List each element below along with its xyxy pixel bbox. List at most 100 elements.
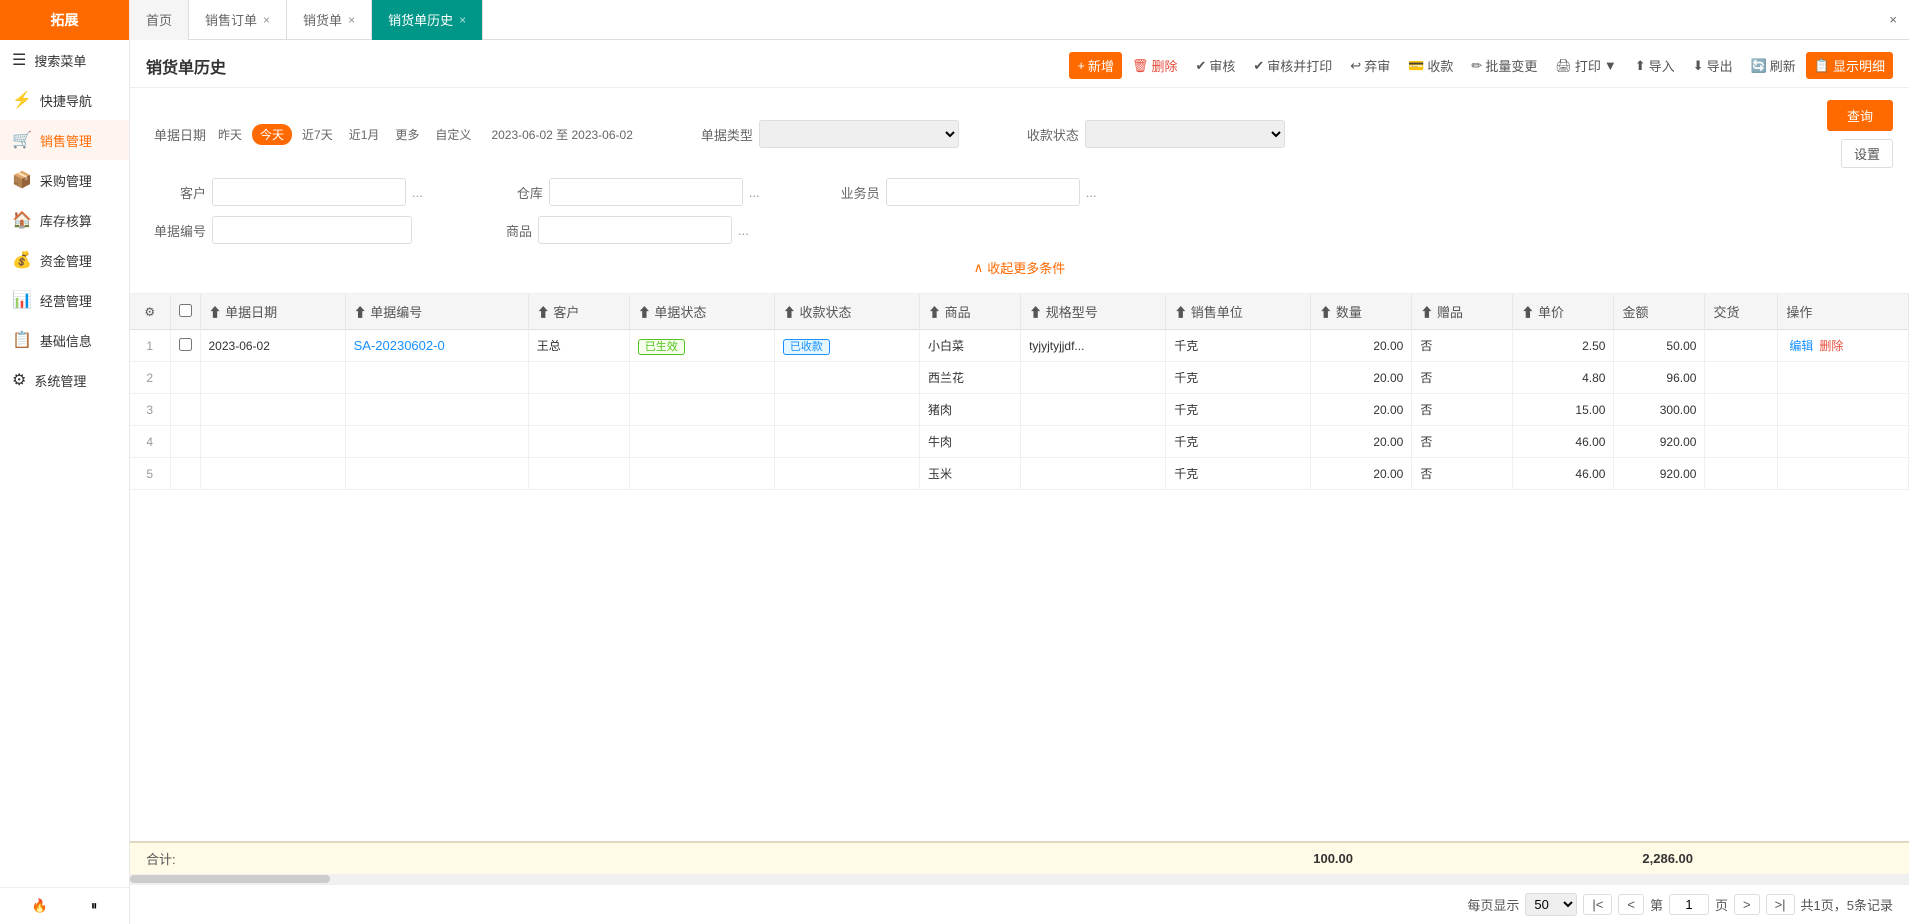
audit-button[interactable]: ✔ 审核 xyxy=(1187,52,1243,79)
row-gift: 否 xyxy=(1412,330,1513,362)
delete-button[interactable]: 🗑 删除 xyxy=(1124,52,1186,79)
print-button[interactable]: 🖨 打印 ▼ xyxy=(1547,52,1624,79)
close-all-tabs[interactable]: × xyxy=(1877,12,1909,27)
col-spec[interactable]: ⬆ 规格型号 xyxy=(1021,294,1166,330)
row-collect-status xyxy=(774,394,919,426)
sidebar-item-inventory[interactable]: 🏠 库存核算 xyxy=(0,200,129,240)
tab-sales-order[interactable]: 销售订单 × xyxy=(189,0,287,40)
export-button[interactable]: ⬇ 导出 xyxy=(1685,52,1741,79)
warehouse-dots[interactable]: ... xyxy=(749,185,760,200)
last-page-button[interactable]: >| xyxy=(1766,894,1795,915)
filter-settings-button[interactable]: 设置 xyxy=(1841,139,1893,168)
table-row: 4 牛肉 千克 20.00 否 46.00 920.00 xyxy=(130,426,1909,458)
col-settings[interactable]: ⚙ xyxy=(130,294,170,330)
filter-row-3: 单据编号 商品 ... xyxy=(146,216,1893,244)
col-amount-label: 金额 xyxy=(1622,305,1648,320)
col-doc-no[interactable]: ⬆ 单据编号 xyxy=(345,294,528,330)
date-yesterday[interactable]: 昨天 xyxy=(212,124,248,145)
sidebar-item-search[interactable]: ☰ 搜索菜单 xyxy=(0,40,129,80)
col-goods[interactable]: ⬆ 商品 xyxy=(920,294,1021,330)
filter-warehouse: 仓库 ... xyxy=(483,178,760,206)
warehouse-input[interactable] xyxy=(549,178,743,206)
col-customer[interactable]: ⬆ 客户 xyxy=(528,294,629,330)
prev-page-button[interactable]: < xyxy=(1618,894,1644,915)
sidebar-item-purchase[interactable]: 📦 采购管理 xyxy=(0,160,129,200)
sidebar-item-base[interactable]: 📋 基础信息 xyxy=(0,320,129,360)
col-gift[interactable]: ⬆ 赠品 xyxy=(1412,294,1513,330)
row-unit: 千克 xyxy=(1166,458,1311,490)
goods-dots[interactable]: ... xyxy=(738,223,749,238)
row-qty: 20.00 xyxy=(1311,362,1412,394)
batch-change-button[interactable]: ✏ 批量变更 xyxy=(1463,52,1545,79)
doc-no-input[interactable] xyxy=(212,216,412,244)
col-unit[interactable]: ⬆ 销售单位 xyxy=(1166,294,1311,330)
page-size-select[interactable]: 50 20 100 xyxy=(1525,893,1577,916)
collapse-filter-button[interactable]: ∧ 收起更多条件 xyxy=(146,254,1893,281)
fire-icon[interactable]: 🔥 xyxy=(32,898,48,914)
sidebar-item-ops[interactable]: 📊 经营管理 xyxy=(0,280,129,320)
tab-home[interactable]: 首页 xyxy=(130,0,189,40)
row-gift: 否 xyxy=(1412,426,1513,458)
row-gift: 否 xyxy=(1412,362,1513,394)
print-dropdown-icon: ▼ xyxy=(1604,58,1617,73)
sidebar-item-system[interactable]: ⚙ 系统管理 xyxy=(0,360,129,400)
select-all-checkbox[interactable] xyxy=(179,304,192,317)
doc-no-link[interactable]: SA-20230602-0 xyxy=(354,338,445,353)
row-checkbox[interactable] xyxy=(179,338,192,351)
abandon-button[interactable]: ↩ 弃审 xyxy=(1342,52,1398,79)
col-collect-status[interactable]: ⬆ 收款状态 xyxy=(774,294,919,330)
close-sales-delivery-icon[interactable]: × xyxy=(348,13,355,27)
salesperson-label: 业务员 xyxy=(820,183,880,202)
show-detail-button[interactable]: 📋 显示明细 xyxy=(1806,52,1893,79)
first-page-button[interactable]: |< xyxy=(1583,894,1612,915)
import-button[interactable]: ⬆ 导入 xyxy=(1627,52,1683,79)
next-page-button[interactable]: > xyxy=(1734,894,1760,915)
customer-input[interactable] xyxy=(212,178,406,206)
salesperson-input[interactable] xyxy=(886,178,1080,206)
col-doc-no-label: ⬆ 单据编号 xyxy=(354,305,423,320)
date-today[interactable]: 今天 xyxy=(252,124,292,145)
new-button[interactable]: + 新增 xyxy=(1069,52,1122,79)
sidebar-item-quicknav[interactable]: ⚡ 快捷导航 xyxy=(0,80,129,120)
horizontal-scrollbar[interactable] xyxy=(130,874,1909,884)
date-custom[interactable]: 自定义 xyxy=(429,124,477,145)
row-qty: 20.00 xyxy=(1311,330,1412,362)
date-7days[interactable]: 近7天 xyxy=(296,124,339,145)
row-qty: 20.00 xyxy=(1311,458,1412,490)
salesperson-dots[interactable]: ... xyxy=(1086,185,1097,200)
close-sales-order-icon[interactable]: × xyxy=(263,13,270,27)
scroll-track[interactable] xyxy=(130,875,330,883)
date-1month[interactable]: 近1月 xyxy=(343,124,386,145)
tab-sales-history[interactable]: 销货单历史 × xyxy=(372,0,483,40)
edit-action[interactable]: 编辑 xyxy=(1789,339,1813,353)
collect-status-badge: 已收款 xyxy=(783,339,830,355)
filter-row-2: 客户 ... 仓库 ... 业务员 ... xyxy=(146,178,1893,206)
date-more[interactable]: 更多 xyxy=(389,124,425,145)
audit-print-button[interactable]: ✔ 审核并打印 xyxy=(1245,52,1340,79)
col-price[interactable]: ⬆ 单价 xyxy=(1513,294,1614,330)
doc-type-select[interactable] xyxy=(759,120,959,148)
footer-label: 合计: xyxy=(146,849,176,868)
page-size-label: 每页显示 xyxy=(1467,895,1519,914)
sidebar-item-finance[interactable]: 💰 资金管理 xyxy=(0,240,129,280)
col-action: 操作 xyxy=(1778,294,1909,330)
goods-input[interactable] xyxy=(538,216,732,244)
sidebar-item-label: 资金管理 xyxy=(40,251,92,270)
customer-dots[interactable]: ... xyxy=(412,185,423,200)
close-sales-history-icon[interactable]: × xyxy=(459,13,466,27)
row-check xyxy=(170,330,200,362)
refresh-button[interactable]: 🔄 刷新 xyxy=(1743,52,1804,79)
pause-icon[interactable]: ⏸ xyxy=(91,898,98,914)
collect-button[interactable]: 💳 收款 xyxy=(1400,52,1461,79)
query-button[interactable]: 查询 xyxy=(1827,100,1893,131)
delete-action[interactable]: 删除 xyxy=(1819,339,1843,353)
sidebar-item-sales[interactable]: 🛒 销售管理 xyxy=(0,120,129,160)
tab-sales-delivery[interactable]: 销货单 × xyxy=(287,0,372,40)
col-doc-date[interactable]: ⬆ 单据日期 xyxy=(200,294,345,330)
customer-label: 客户 xyxy=(146,183,206,202)
collect-status-select[interactable] xyxy=(1085,120,1285,148)
col-qty[interactable]: ⬆ 数量 xyxy=(1311,294,1412,330)
col-doc-status[interactable]: ⬆ 单据状态 xyxy=(629,294,774,330)
current-page-input[interactable] xyxy=(1669,894,1709,915)
purchase-icon: 📦 xyxy=(12,170,32,190)
